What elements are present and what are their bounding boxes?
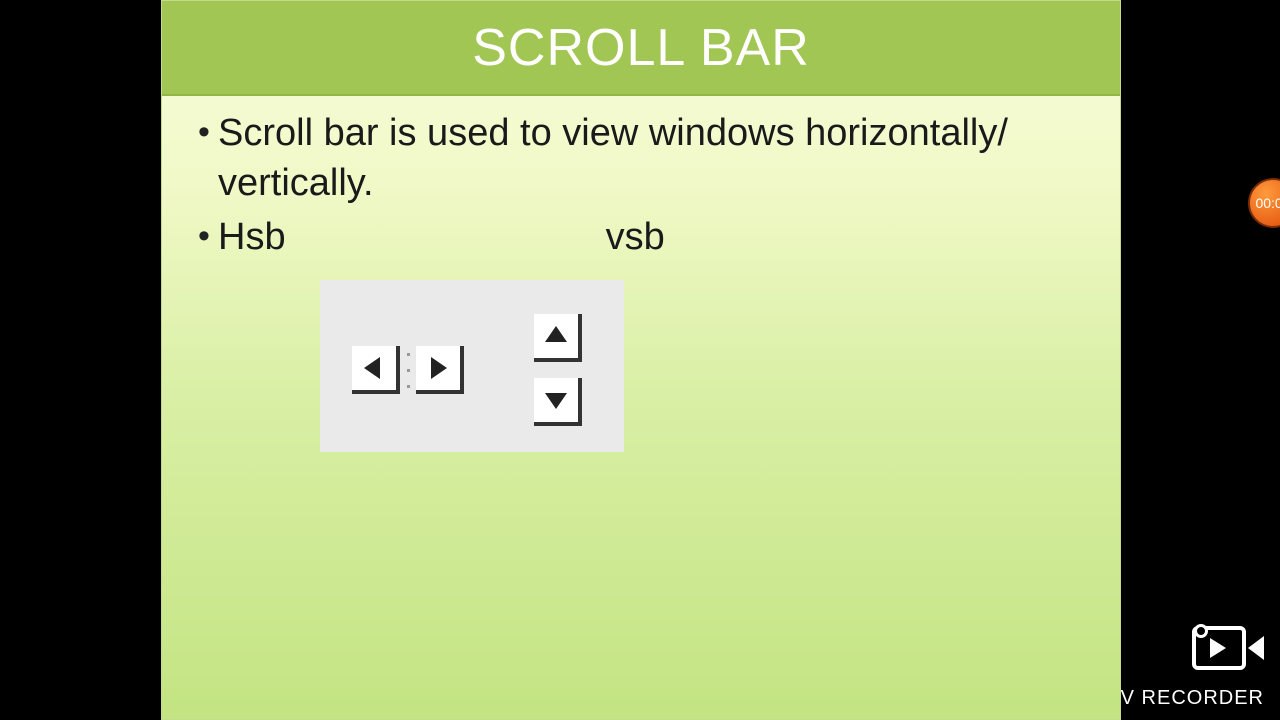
recorder-watermark: V RECORDER <box>1121 626 1264 710</box>
presentation-slide: SCROLL BAR • Scroll bar is used to view … <box>161 0 1121 720</box>
bullet-dot-icon: • <box>190 108 218 156</box>
separator-dots <box>402 346 414 394</box>
scroll-up-icon <box>534 314 582 362</box>
bullet-dot-icon: • <box>190 212 218 260</box>
slide-content: • Scroll bar is used to view windows hor… <box>162 96 1120 452</box>
hsb-vsb-line: Hsb vsb <box>218 212 665 262</box>
scroll-down-icon <box>534 378 582 426</box>
recording-timer-badge[interactable]: 00:04 <box>1248 178 1280 228</box>
slide-title-bar: SCROLL BAR <box>162 1 1120 96</box>
vsb-label: vsb <box>606 216 665 258</box>
slide-title: SCROLL BAR <box>472 18 810 78</box>
bullet-text: Scroll bar is used to view windows horiz… <box>218 108 1092 208</box>
scrollbar-illustration <box>320 280 624 452</box>
hsb-label: Hsb <box>218 216 286 258</box>
recorder-camera-icon <box>1192 626 1264 676</box>
bullet-item: • Scroll bar is used to view windows hor… <box>190 108 1092 208</box>
scroll-left-icon <box>352 346 400 394</box>
bullet-item: • Hsb vsb <box>190 212 1092 262</box>
scroll-right-icon <box>416 346 464 394</box>
recorder-brand-text: V RECORDER <box>1121 687 1264 710</box>
recording-timer: 00:04 <box>1255 195 1280 211</box>
